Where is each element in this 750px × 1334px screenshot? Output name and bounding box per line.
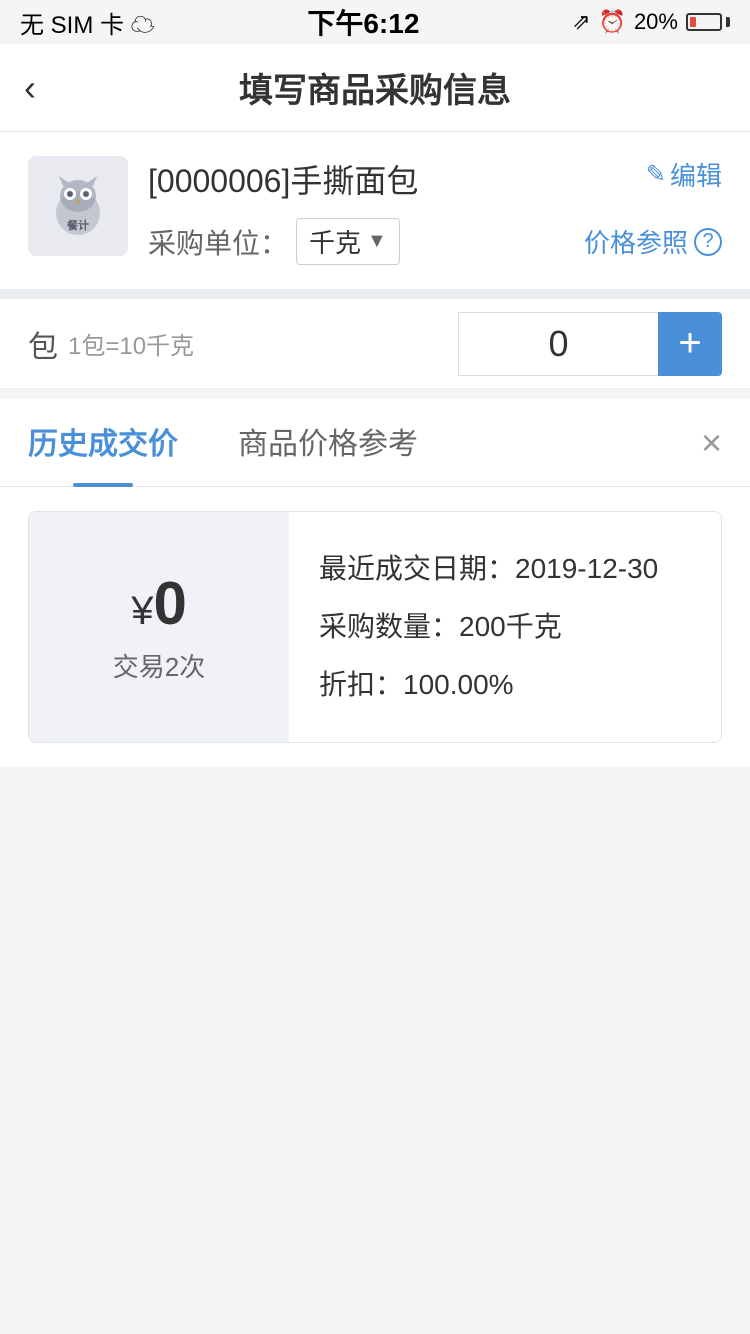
price-ref-help-icon: ? xyxy=(694,228,722,256)
dropdown-arrow-icon: ▼ xyxy=(367,230,387,253)
discount-row: 折扣：100.00% xyxy=(319,664,691,706)
unit-dropdown[interactable]: 千克 ▼ xyxy=(296,218,400,265)
product-logo-svg: 餐计 xyxy=(43,171,113,241)
tab-price-ref-label: 商品价格参考 xyxy=(238,419,418,463)
discount-value: 100.00% xyxy=(403,669,514,700)
tab-history-label: 历史成交价 xyxy=(28,419,178,463)
quantity-input[interactable]: 0 xyxy=(458,312,658,376)
price-yen-symbol: ¥ xyxy=(131,589,153,633)
section-divider xyxy=(0,289,750,299)
product-unit-row: 采购单位： 千克 ▼ 价格参照 ? xyxy=(148,218,722,265)
price-amount: ¥0 xyxy=(131,571,187,637)
quantity-value: 200千克 xyxy=(459,611,562,642)
main-content: 餐计 [0000006]手撕面包 ✎ 编辑 采购单位： xyxy=(0,132,750,1334)
product-id: [0000006] xyxy=(148,163,290,199)
product-section: 餐计 [0000006]手撕面包 ✎ 编辑 采购单位： xyxy=(0,132,750,289)
price-card: ¥0 交易2次 最近成交日期：2019-12-30 采购数量：200千克 折扣：… xyxy=(28,511,722,743)
status-time: 下午6:12 xyxy=(307,2,419,42)
unit-selector-group: 采购单位： 千克 ▼ xyxy=(148,218,400,265)
last-date-value: 2019-12-30 xyxy=(515,553,658,584)
edit-icon: ✎ xyxy=(646,160,666,189)
tab-bar: 历史成交价 商品价格参考 × xyxy=(0,399,750,487)
quantity-section: 包 1包=10千克 0 + xyxy=(0,299,750,389)
tab-close-button[interactable]: × xyxy=(701,425,722,461)
battery-percent: 20% xyxy=(634,9,678,35)
quantity-left: 包 1包=10千克 xyxy=(28,322,194,366)
product-name: [0000006]手撕面包 xyxy=(148,156,418,202)
svg-text:餐计: 餐计 xyxy=(66,218,89,232)
discount-label: 折扣： xyxy=(319,669,403,700)
unit-label: 采购单位： xyxy=(148,222,288,262)
tab-price-ref[interactable]: 商品价格参考 xyxy=(238,399,418,487)
back-button[interactable]: ‹ xyxy=(24,67,36,109)
status-left: 无 SIM 卡 ☁ xyxy=(20,5,155,40)
price-card-right: 最近成交日期：2019-12-30 采购数量：200千克 折扣：100.00% xyxy=(289,512,721,742)
tab-active-indicator xyxy=(73,483,133,487)
page-title: 填写商品采购信息 xyxy=(239,63,511,112)
quantity-plus-button[interactable]: + xyxy=(658,312,722,376)
tab-items: 历史成交价 商品价格参考 xyxy=(28,399,701,487)
status-bar: 无 SIM 卡 ☁ 下午6:12 ⇗ ⏰ 20% xyxy=(0,0,750,44)
bag-icon-label: 包 xyxy=(28,322,58,366)
price-trades: 交易2次 xyxy=(113,647,205,684)
price-card-left: ¥0 交易2次 xyxy=(29,512,289,742)
bag-unit-info: 1包=10千克 xyxy=(68,326,194,361)
product-header: [0000006]手撕面包 ✎ 编辑 xyxy=(148,156,722,202)
product-info: [0000006]手撕面包 ✎ 编辑 采购单位： 千克 ▼ xyxy=(148,156,722,265)
edit-button[interactable]: ✎ 编辑 xyxy=(646,156,722,193)
sim-signal-text: 无 SIM 卡 ☁ xyxy=(20,5,155,40)
battery-icon xyxy=(686,13,730,31)
unit-value: 千克 xyxy=(309,223,361,260)
quantity-right: 0 + xyxy=(458,312,722,376)
nav-bar: ‹ 填写商品采购信息 xyxy=(0,44,750,132)
product-image: 餐计 xyxy=(28,156,128,256)
product-title: 手撕面包 xyxy=(290,163,418,199)
last-date-row: 最近成交日期：2019-12-30 xyxy=(319,548,691,590)
last-date-label: 最近成交日期： xyxy=(319,553,515,584)
alarm-icon: ⏰ xyxy=(599,9,626,35)
quantity-row: 采购数量：200千克 xyxy=(319,606,691,648)
price-ref-link[interactable]: 价格参照 ? xyxy=(584,223,722,260)
product-row: 餐计 [0000006]手撕面包 ✎ 编辑 采购单位： xyxy=(28,156,722,265)
price-value: 0 xyxy=(153,570,186,637)
edit-label: 编辑 xyxy=(670,156,722,193)
history-content: ¥0 交易2次 最近成交日期：2019-12-30 采购数量：200千克 折扣：… xyxy=(0,487,750,767)
status-right: ⇗ ⏰ 20% xyxy=(572,9,730,35)
tab-section: 历史成交价 商品价格参考 × ¥0 交易2次 xyxy=(0,399,750,767)
quantity-label: 采购数量： xyxy=(319,611,459,642)
tab-history[interactable]: 历史成交价 xyxy=(28,399,178,487)
location-icon: ⇗ xyxy=(572,9,590,35)
price-ref-label: 价格参照 xyxy=(584,223,688,260)
